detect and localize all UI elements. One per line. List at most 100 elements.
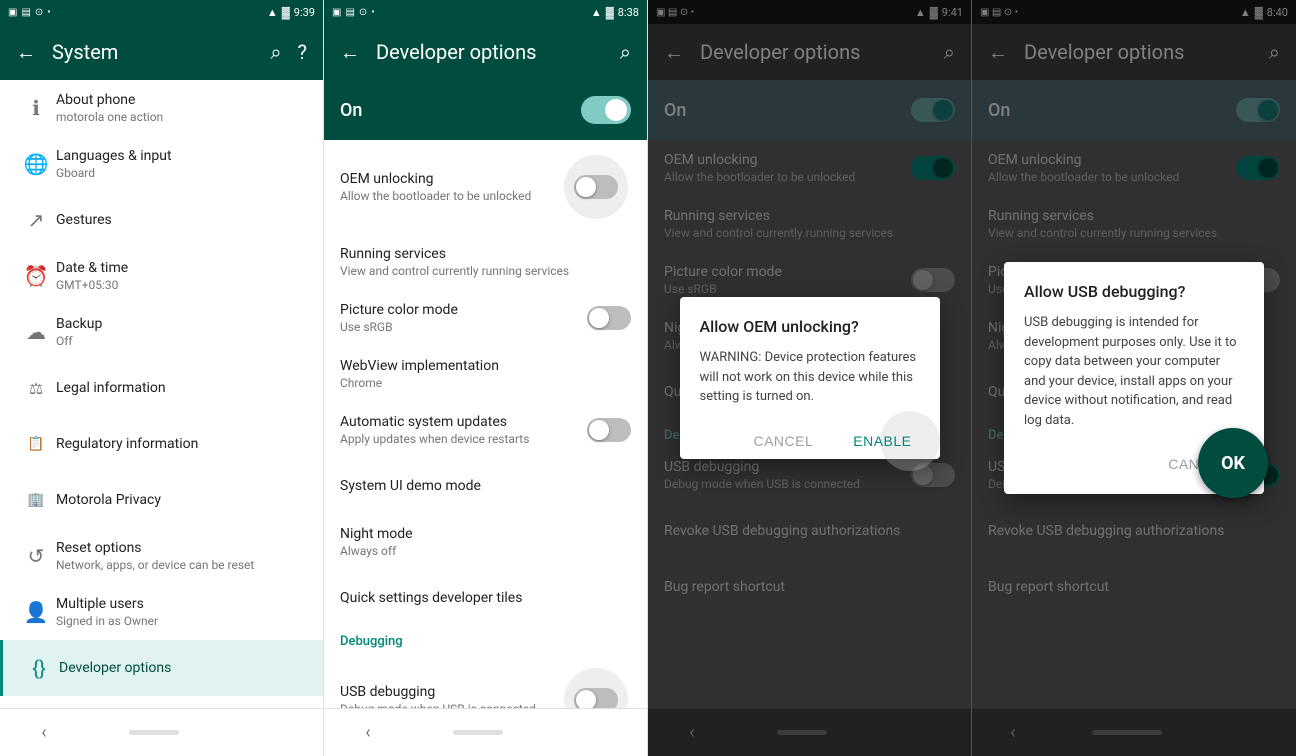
sidebar-item-about[interactable]: ℹ About phone motorola one action bbox=[0, 80, 323, 136]
home-pill-1[interactable] bbox=[129, 730, 179, 735]
sidebar-item-gestures[interactable]: ↗ Gestures bbox=[0, 192, 323, 248]
search-icon-2[interactable]: ⌕ bbox=[620, 40, 631, 64]
usb-debug-title: USB debugging bbox=[340, 684, 561, 700]
debugging-section-label: Debugging bbox=[324, 626, 647, 653]
oem-enable-button[interactable]: Enable bbox=[837, 423, 927, 459]
sidebar-item-datetime[interactable]: ⏰ Date & time GMT+05:30 bbox=[0, 248, 323, 304]
auto-updates-title: Automatic system updates bbox=[340, 414, 587, 430]
languages-subtitle: Gboard bbox=[56, 166, 307, 180]
oem-dialog-overlay: Allow OEM unlocking? WARNING: Device pro… bbox=[648, 0, 971, 756]
developer-options-panel-3: ▣ ▤ ⊙ • ▲ ▓ 9:41 ← Developer options ⌕ O… bbox=[648, 0, 972, 756]
status-icons-right: ▲ ▓ 9:39 bbox=[267, 6, 315, 19]
back-nav-2[interactable]: ‹ bbox=[365, 722, 370, 743]
usb-debugging-item[interactable]: USB debugging Debug mode when USB is con… bbox=[324, 653, 647, 708]
night-mode-subtitle: Always off bbox=[340, 544, 631, 558]
languages-title: Languages & input bbox=[56, 148, 307, 164]
reset-icon: ↺ bbox=[16, 544, 56, 568]
sidebar-item-regulatory[interactable]: 📋 Regulatory information bbox=[0, 416, 323, 472]
auto-updates-toggle[interactable] bbox=[587, 418, 631, 442]
auto-updates-subtitle: Apply updates when device restarts bbox=[340, 432, 587, 446]
dev-on-label: On bbox=[340, 100, 581, 121]
backup-subtitle: Off bbox=[56, 334, 307, 348]
status-icons-left: ▣ ▤ ⊙ • bbox=[8, 7, 51, 18]
reset-subtitle: Network, apps, or device can be reset bbox=[56, 558, 307, 572]
auto-updates-item[interactable]: Automatic system updates Apply updates w… bbox=[324, 402, 647, 458]
ui-demo-item[interactable]: System UI demo mode bbox=[324, 458, 647, 514]
sidebar-item-users[interactable]: 👤 Multiple users Signed in as Owner bbox=[0, 584, 323, 640]
webview-item[interactable]: WebView implementation Chrome bbox=[324, 346, 647, 402]
usb-debug-subtitle: Debug mode when USB is connected bbox=[340, 702, 561, 708]
usb-dialog-overlay: Allow USB debugging? USB debugging is in… bbox=[972, 0, 1296, 756]
usb-debug-toggle[interactable] bbox=[574, 688, 618, 708]
back-icon-2[interactable]: ← bbox=[340, 40, 360, 65]
picture-color-item[interactable]: Picture color mode Use sRGB bbox=[324, 290, 647, 346]
home-pill-2[interactable] bbox=[453, 730, 503, 735]
debugging-label: Debugging bbox=[340, 634, 631, 649]
users-subtitle: Signed in as Owner bbox=[56, 614, 307, 628]
topbar-1: ← System ⌕ ? bbox=[0, 24, 323, 80]
sd-icon-2: ▤ bbox=[345, 7, 354, 18]
developer-options-panel: ▣ ▤ ⊙ • ▲ ▓ 8:38 ← Developer options ⌕ O… bbox=[324, 0, 648, 756]
night-mode-item[interactable]: Night mode Always off bbox=[324, 514, 647, 570]
sidebar-item-developer[interactable]: {} Developer options bbox=[0, 640, 323, 696]
ok-circle[interactable]: OK bbox=[1198, 428, 1268, 498]
usb-dialog: Allow USB debugging? USB debugging is in… bbox=[1004, 262, 1264, 494]
users-icon: 👤 bbox=[16, 600, 56, 624]
back-nav-1[interactable]: ‹ bbox=[41, 722, 46, 743]
backup-title: Backup bbox=[56, 316, 307, 332]
oem-subtitle: Allow the bootloader to be unlocked bbox=[340, 189, 561, 203]
about-subtitle: motorola one action bbox=[56, 110, 307, 124]
settings-list: ℹ About phone motorola one action 🌐 Lang… bbox=[0, 80, 323, 708]
developer-icon: {} bbox=[19, 656, 59, 680]
dot-icon: • bbox=[47, 7, 50, 18]
datetime-icon: ⏰ bbox=[16, 264, 56, 288]
running-services-item[interactable]: Running services View and control curren… bbox=[324, 234, 647, 290]
about-title: About phone bbox=[56, 92, 307, 108]
search-icon-1[interactable]: ⌕ bbox=[270, 40, 281, 64]
oem-dialog-title: Allow OEM unlocking? bbox=[700, 317, 920, 336]
sidebar-item-reset[interactable]: ↺ Reset options Network, apps, or device… bbox=[0, 528, 323, 584]
sidebar-item-system-updates[interactable]: 📱 System updates Updated to Android 9 bbox=[0, 696, 323, 708]
gestures-icon: ↗ bbox=[16, 208, 56, 232]
night-mode-title: Night mode bbox=[340, 526, 631, 542]
oem-cancel-button[interactable]: Cancel bbox=[737, 423, 829, 459]
qs-tiles-item[interactable]: Quick settings developer tiles bbox=[324, 570, 647, 626]
dev-master-toggle[interactable] bbox=[581, 96, 631, 124]
dev-on-header: On bbox=[324, 80, 647, 140]
status-bar-2: ▣ ▤ ⊙ • ▲ ▓ 8:38 bbox=[324, 0, 647, 24]
sidebar-item-languages[interactable]: 🌐 Languages & input Gboard bbox=[0, 136, 323, 192]
about-icon: ℹ bbox=[16, 96, 56, 120]
topbar-2: ← Developer options ⌕ bbox=[324, 24, 647, 80]
sidebar-item-privacy[interactable]: 🏢 Motorola Privacy bbox=[0, 472, 323, 528]
legal-icon: ⚖ bbox=[16, 379, 56, 398]
developer-title: Developer options bbox=[59, 660, 307, 676]
qs-tiles-title: Quick settings developer tiles bbox=[340, 590, 631, 606]
usb-dialog-actions: Cancel OK bbox=[1016, 446, 1252, 482]
wifi-icon-2: ▲ bbox=[591, 6, 602, 19]
oem-dialog-body: WARNING: Device protection features will… bbox=[700, 348, 920, 407]
bottom-nav-1: ‹ bbox=[0, 708, 323, 756]
page-title-2: Developer options bbox=[376, 40, 604, 64]
webview-title: WebView implementation bbox=[340, 358, 631, 374]
oem-dialog: Allow OEM unlocking? WARNING: Device pro… bbox=[680, 297, 940, 459]
picture-color-toggle[interactable] bbox=[587, 306, 631, 330]
dot-icon-2: • bbox=[371, 7, 374, 18]
oem-toggle[interactable] bbox=[574, 175, 618, 199]
oem-title: OEM unlocking bbox=[340, 171, 561, 187]
oem-unlocking-item[interactable]: OEM unlocking Allow the bootloader to be… bbox=[324, 140, 647, 234]
legal-title: Legal information bbox=[56, 380, 307, 396]
back-icon-1[interactable]: ← bbox=[16, 40, 36, 65]
sidebar-item-legal[interactable]: ⚖ Legal information bbox=[0, 360, 323, 416]
regulatory-icon: 📋 bbox=[16, 436, 56, 452]
regulatory-title: Regulatory information bbox=[56, 436, 307, 452]
help-icon-1[interactable]: ? bbox=[298, 40, 307, 64]
sim-icon-2: ▣ bbox=[332, 7, 341, 18]
status-bar-1: ▣ ▤ ⊙ • ▲ ▓ 9:39 bbox=[0, 0, 323, 24]
usb-dialog-title: Allow USB debugging? bbox=[1024, 282, 1244, 301]
datetime-title: Date & time bbox=[56, 260, 307, 276]
time-display: 9:39 bbox=[294, 6, 315, 19]
privacy-title: Motorola Privacy bbox=[56, 492, 307, 508]
wifi-icon: ▲ bbox=[267, 6, 278, 19]
sidebar-item-backup[interactable]: ☁ Backup Off bbox=[0, 304, 323, 360]
dev-options-list: On OEM unlocking Allow the bootloader to… bbox=[324, 80, 647, 708]
